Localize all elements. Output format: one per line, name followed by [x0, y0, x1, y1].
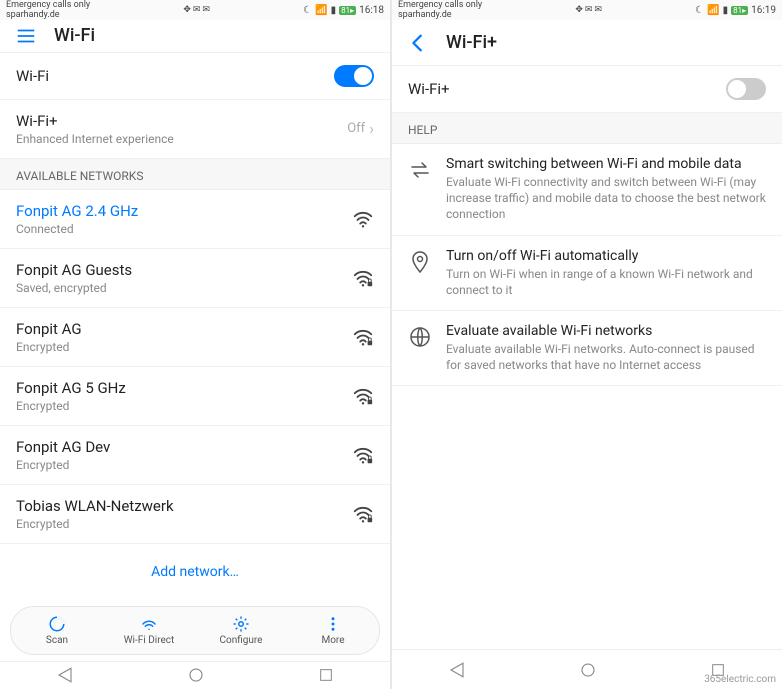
available-networks-header: AVAILABLE NETWORKS: [0, 159, 390, 190]
network-row[interactable]: Fonpit AG 2.4 GHz Connected: [0, 190, 390, 249]
wifi-plus-row[interactable]: Wi-Fi+ Enhanced Internet experience Off …: [0, 100, 390, 159]
nav-recent-icon[interactable]: [318, 667, 334, 683]
help-item: Turn on/off Wi-Fi automatically Turn on …: [392, 236, 782, 311]
help-desc: Evaluate Wi-Fi connectivity and switch b…: [446, 174, 766, 223]
moon-icon: ☾: [695, 5, 704, 16]
status-bar: Emergency calls only sparhandy.de ✥✉✉ ☾ …: [0, 0, 390, 20]
carrier-text: Emergency calls only: [6, 0, 90, 10]
configure-button[interactable]: Configure: [195, 611, 287, 650]
clock: 16:18: [359, 5, 384, 16]
status-icons: ✥✉✉: [183, 5, 210, 15]
wifi-plus-label: Wi-Fi+: [16, 112, 347, 130]
status-bar: Emergency calls only sparhandy.de ✥✉✉ ☾ …: [392, 0, 782, 20]
nav-back-icon[interactable]: [448, 661, 466, 679]
help-list: Smart switching between Wi-Fi and mobile…: [392, 144, 782, 386]
wifi-icon: [352, 208, 374, 230]
nav-home-icon[interactable]: [187, 666, 205, 684]
swap-icon: [408, 158, 432, 182]
wifi-plus-screen: Emergency calls only sparhandy.de ✥✉✉ ☾ …: [392, 0, 782, 689]
help-item: Evaluate available Wi-Fi networks Evalua…: [392, 311, 782, 386]
network-row[interactable]: Fonpit AG Dev Encrypted: [0, 426, 390, 485]
wifi-direct-icon: [140, 615, 158, 633]
network-name: Tobias WLAN-Netzwerk: [16, 497, 352, 515]
location-icon: [408, 250, 432, 274]
wifi-plus-sub: Enhanced Internet experience: [16, 132, 347, 146]
moon-icon: ☾: [303, 5, 312, 16]
back-icon[interactable]: [406, 31, 430, 55]
network-row[interactable]: Tobias WLAN-Netzwerk Encrypted: [0, 485, 390, 544]
nav-back-icon[interactable]: [56, 666, 74, 684]
network-name: Fonpit AG Guests: [16, 261, 352, 279]
more-button[interactable]: More: [287, 611, 379, 650]
help-header: HELP: [392, 113, 782, 144]
network-name: Fonpit AG 2.4 GHz: [16, 202, 352, 220]
help-title: Smart switching between Wi-Fi and mobile…: [446, 156, 766, 172]
wifi-icon: [352, 503, 374, 525]
battery-level: 81: [733, 6, 742, 15]
page-title: Wi-Fi+: [446, 32, 497, 53]
app-header: Wi-Fi: [0, 20, 390, 53]
app-header: Wi-Fi+: [392, 20, 782, 66]
wifi-icon: [352, 267, 374, 289]
more-icon: [324, 615, 342, 633]
wifi-plus-value: Off: [347, 121, 365, 136]
wifi-icon: [352, 385, 374, 407]
battery-level: 81: [341, 6, 350, 15]
bottom-actions: Scan Wi-Fi Direct Configure More: [10, 606, 380, 655]
help-title: Evaluate available Wi-Fi networks: [446, 323, 766, 339]
network-status: Encrypted: [16, 399, 352, 413]
wifi-toggle-label: Wi-Fi: [16, 67, 334, 85]
network-name: Fonpit AG 5 GHz: [16, 379, 352, 397]
network-name: Fonpit AG: [16, 320, 352, 338]
wifi-signal-icon: 📶: [315, 5, 327, 16]
network-status: Encrypted: [16, 340, 352, 354]
wifi-direct-button[interactable]: Wi-Fi Direct: [103, 611, 195, 650]
wifi-icon: [352, 444, 374, 466]
network-list: Fonpit AG 2.4 GHz Connected Fonpit AG Gu…: [0, 190, 390, 544]
clock: 16:19: [751, 5, 776, 16]
network-row[interactable]: Fonpit AG 5 GHz Encrypted: [0, 367, 390, 426]
help-desc: Turn on Wi-Fi when in range of a known W…: [446, 266, 766, 298]
page-title: Wi-Fi: [54, 25, 95, 46]
menu-icon[interactable]: [14, 24, 38, 48]
wifi-plus-toggle-row[interactable]: Wi-Fi+: [392, 66, 782, 113]
wifi-icon: [352, 326, 374, 348]
network-name: Fonpit AG Dev: [16, 438, 352, 456]
network-row[interactable]: Fonpit AG Guests Saved, encrypted: [0, 249, 390, 308]
add-network-button[interactable]: Add network…: [0, 544, 390, 600]
globe-icon: [408, 325, 432, 349]
wifi-signal-icon: 📶: [707, 5, 719, 16]
nav-bar: [0, 661, 390, 689]
carrier-sub: sparhandy.de: [6, 10, 90, 20]
carrier-text: Emergency calls only: [398, 0, 482, 10]
signal-icon: ▮: [331, 5, 337, 16]
help-title: Turn on/off Wi-Fi automatically: [446, 248, 766, 264]
network-row[interactable]: Fonpit AG Encrypted: [0, 308, 390, 367]
network-status: Connected: [16, 222, 352, 236]
network-status: Encrypted: [16, 517, 352, 531]
wifi-master-toggle-row[interactable]: Wi-Fi: [0, 53, 390, 100]
wifi-toggle[interactable]: [334, 65, 374, 87]
network-status: Saved, encrypted: [16, 281, 352, 295]
chevron-right-icon: ›: [369, 119, 374, 138]
wifi-plus-toggle[interactable]: [726, 78, 766, 100]
network-status: Encrypted: [16, 458, 352, 472]
watermark: 365electric.com: [704, 674, 776, 685]
gear-icon: [232, 615, 250, 633]
help-desc: Evaluate available Wi-Fi networks. Auto-…: [446, 341, 766, 373]
signal-icon: ▮: [723, 5, 729, 16]
wifi-plus-label: Wi-Fi+: [408, 80, 726, 98]
carrier-sub: sparhandy.de: [398, 10, 482, 20]
wifi-settings-screen: Emergency calls only sparhandy.de ✥✉✉ ☾ …: [0, 0, 390, 689]
nav-home-icon[interactable]: [579, 661, 597, 679]
status-icons: ✥✉✉: [575, 5, 602, 15]
scan-button[interactable]: Scan: [11, 611, 103, 650]
scan-icon: [48, 615, 66, 633]
help-item: Smart switching between Wi-Fi and mobile…: [392, 144, 782, 236]
